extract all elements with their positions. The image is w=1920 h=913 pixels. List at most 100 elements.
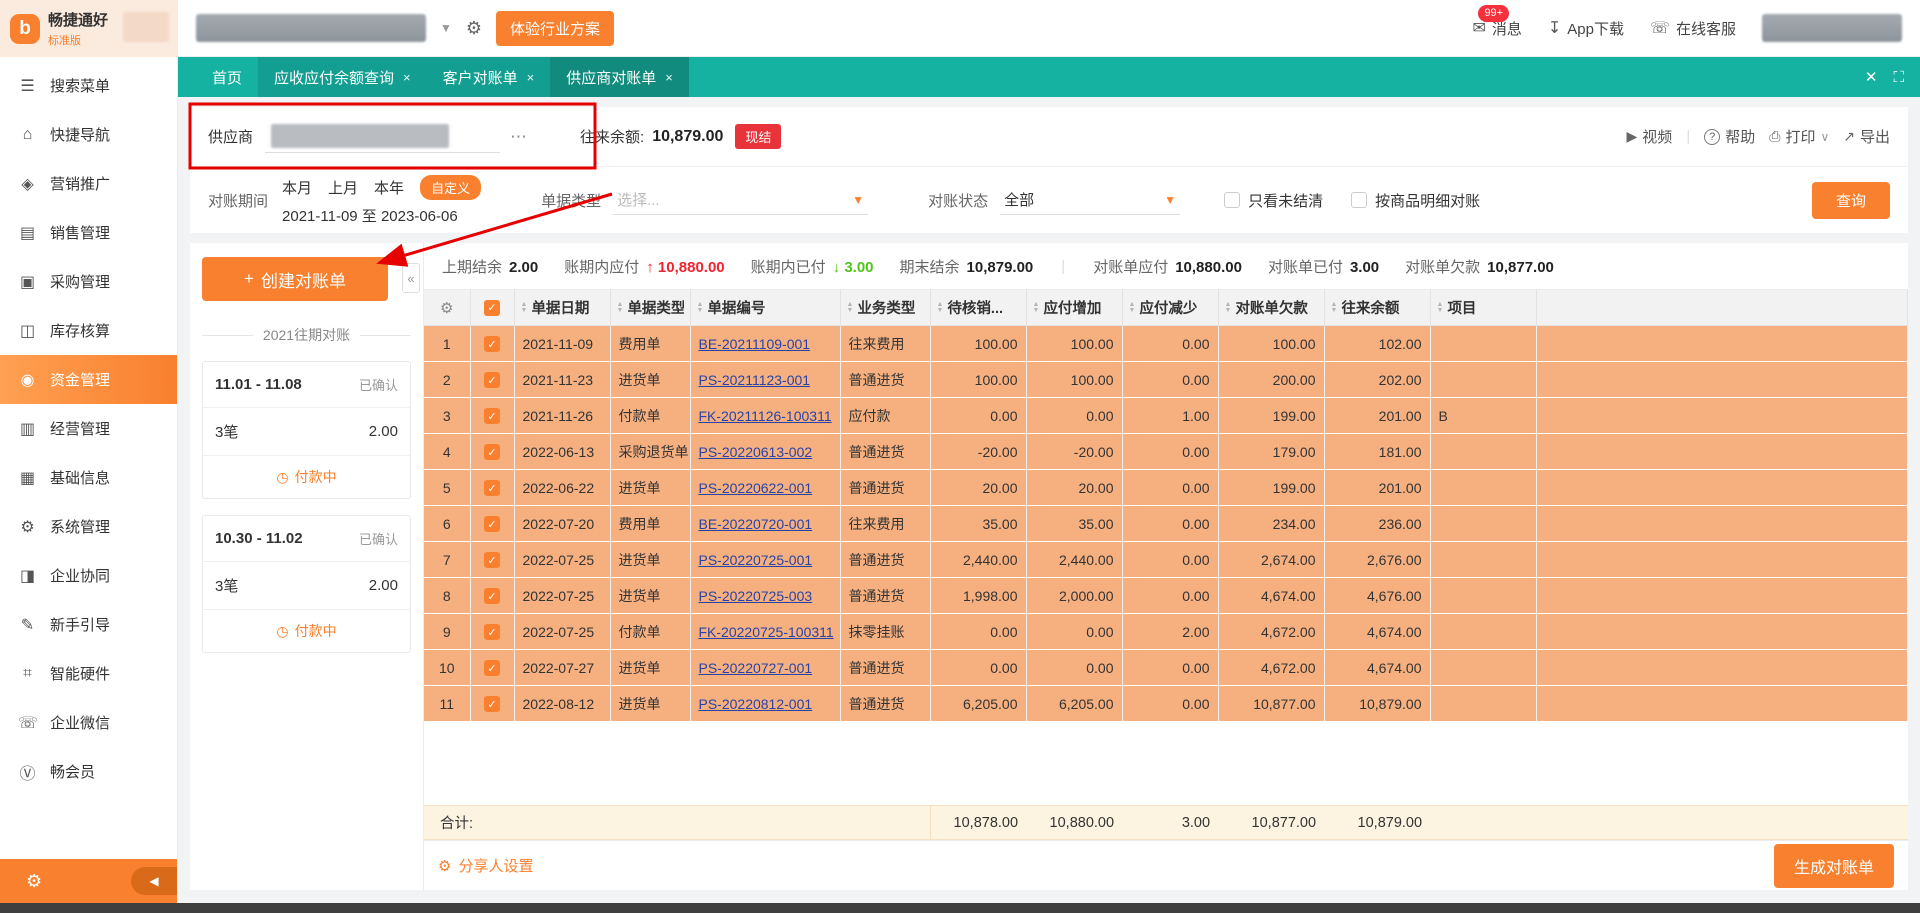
sort-icon[interactable]: ▲ ▼: [521, 301, 528, 314]
messages-button[interactable]: 99+ ✉ 消息: [1472, 4, 1522, 39]
period-option-custom[interactable]: 自定义: [420, 174, 482, 200]
doc-number-link[interactable]: PS-20220725-003: [699, 588, 813, 604]
sort-icon[interactable]: ▲ ▼: [1437, 301, 1444, 314]
doc-number-link[interactable]: PS-20211123-001: [699, 372, 811, 388]
card-state-button[interactable]: ◷ 付款中: [203, 456, 410, 498]
doc-number-link[interactable]: FK-20220725-100311: [699, 624, 834, 640]
table-row[interactable]: 1 ✓ 2021-11-09 费用单 BE-20211109-001 往来费用 100.00…: [424, 325, 1908, 362]
sort-icon[interactable]: ▲ ▼: [937, 301, 944, 314]
generate-statement-button[interactable]: 生成对账单: [1773, 843, 1894, 888]
doc-type-select[interactable]: 选择... ▼: [613, 185, 869, 215]
select-all-checkbox[interactable]: ✓: [484, 299, 500, 316]
online-service-button[interactable]: ☏ 在线客服: [1650, 18, 1736, 39]
table-row[interactable]: 7 ✓ 2022-07-25 进货单 PS-20220725-001 普通进货 2,440.…: [424, 541, 1908, 578]
sidebar-item-guide[interactable]: ✎ 新手引导: [0, 600, 177, 649]
period-card[interactable]: 10.30 - 11.02 已确认 3笔 2.00 ◷ 付款中: [202, 515, 411, 653]
row-checkbox[interactable]: ✓: [484, 624, 500, 641]
sidebar-item-collab[interactable]: ◨ 企业协同: [0, 551, 177, 600]
doc-number-link[interactable]: PS-20220613-002: [699, 444, 813, 460]
sidebar-item-member[interactable]: Ⓥ 畅会员: [0, 747, 177, 796]
tab-1[interactable]: 应收应付余额查询 ×: [258, 57, 427, 97]
sidebar-item-wechat[interactable]: ☏ 企业微信: [0, 698, 177, 747]
header-gear-icon[interactable]: ⚙: [466, 18, 482, 39]
row-checkbox[interactable]: ✓: [484, 516, 500, 533]
table-row[interactable]: 9 ✓ 2022-07-25 付款单 FK-20220725-100311 抹零挂账 0.0…: [424, 613, 1908, 650]
query-button[interactable]: 查询: [1811, 181, 1890, 219]
collapse-panel-button[interactable]: «: [402, 263, 420, 293]
collapse-sidebar-button[interactable]: ◀: [131, 867, 177, 895]
tab-close-icon[interactable]: ×: [665, 70, 673, 85]
table-row[interactable]: 10 ✓ 2022-07-27 进货单 PS-20220727-001 普通进货 0.00 0…: [424, 649, 1908, 686]
row-checkbox[interactable]: ✓: [484, 408, 500, 425]
row-checkbox[interactable]: ✓: [484, 372, 500, 389]
row-checkbox[interactable]: ✓: [484, 552, 500, 569]
row-checkbox[interactable]: ✓: [484, 336, 500, 353]
sort-icon[interactable]: ▲ ▼: [617, 301, 624, 314]
doc-number-link[interactable]: BE-20220720-001: [699, 516, 813, 532]
period-option-0[interactable]: 本月: [282, 177, 312, 198]
close-all-tabs-icon[interactable]: ✕: [1865, 68, 1878, 86]
column-header-6[interactable]: ▲ ▼ 应付减少: [1122, 289, 1219, 326]
sidebar-item-megaphone[interactable]: ◈ 营销推广: [0, 159, 177, 208]
sidebar-item-hardware[interactable]: ⌗ 智能硬件: [0, 649, 177, 698]
chevron-down-icon[interactable]: ▼: [440, 21, 452, 35]
sidebar-item-purchase[interactable]: ▣ 采购管理: [0, 257, 177, 306]
unsettled-checkbox-row[interactable]: 只看未结清: [1224, 190, 1323, 211]
table-row[interactable]: 2 ✓ 2021-11-23 进货单 PS-20211123-001 普通进货 100.00…: [424, 361, 1908, 398]
column-header-1[interactable]: ▲ ▼ 单据类型: [610, 289, 691, 326]
table-row[interactable]: 8 ✓ 2022-07-25 进货单 PS-20220725-003 普通进货 1,998.…: [424, 577, 1908, 614]
column-settings-header[interactable]: ⚙: [424, 289, 471, 326]
sidebar-item-info[interactable]: ▦ 基础信息: [0, 453, 177, 502]
help-button[interactable]: ? 帮助: [1704, 126, 1755, 147]
tab-0[interactable]: 首页: [196, 57, 258, 97]
sidebar-item-settings[interactable]: ⚙ 系统管理: [0, 502, 177, 551]
sort-icon[interactable]: ▲ ▼: [1331, 301, 1338, 314]
doc-number-link[interactable]: PS-20220727-001: [699, 660, 813, 676]
column-header-5[interactable]: ▲ ▼ 应付增加: [1026, 289, 1123, 326]
table-row[interactable]: 4 ✓ 2022-06-13 采购退货单 PS-20220613-002 普通进货 -20.…: [424, 433, 1908, 470]
doc-number-link[interactable]: FK-20211126-100311: [699, 408, 832, 424]
sidebar-item-inventory[interactable]: ◫ 库存核算: [0, 306, 177, 355]
column-header-4[interactable]: ▲ ▼ 待核销...: [930, 289, 1027, 326]
app-download-button[interactable]: ↧ App下载: [1548, 18, 1624, 39]
column-header-9[interactable]: ▲ ▼ 项目: [1430, 289, 1537, 326]
redacted-company-selector[interactable]: [196, 14, 426, 42]
status-select[interactable]: 全部 ▼: [1000, 185, 1181, 215]
sidebar-item-search[interactable]: ☰ 搜索菜单: [0, 61, 177, 110]
row-checkbox[interactable]: ✓: [484, 480, 500, 497]
column-gear-icon[interactable]: ⚙: [440, 300, 453, 317]
period-option-2[interactable]: 本年: [374, 177, 404, 198]
doc-number-link[interactable]: BE-20211109-001: [699, 336, 811, 352]
table-row[interactable]: 11 ✓ 2022-08-12 进货单 PS-20220812-001 普通进货 6,205…: [424, 685, 1908, 722]
tab-2[interactable]: 客户对账单 ×: [426, 57, 551, 97]
row-checkbox[interactable]: ✓: [484, 660, 500, 677]
share-settings-button[interactable]: ⚙ 分享人设置: [438, 855, 533, 876]
row-checkbox[interactable]: ✓: [484, 696, 500, 713]
table-row[interactable]: 6 ✓ 2022-07-20 费用单 BE-20220720-001 往来费用 35.00 3…: [424, 505, 1908, 542]
card-state-button[interactable]: ◷ 付款中: [203, 610, 410, 652]
tab-3[interactable]: 供应商对账单 ×: [550, 57, 689, 97]
sidebar-item-home[interactable]: ⌂ 快捷导航: [0, 110, 177, 159]
export-button[interactable]: ↗ 导出: [1843, 126, 1890, 147]
doc-number-link[interactable]: PS-20220622-001: [699, 480, 813, 496]
column-header-7[interactable]: ▲ ▼ 对账单欠款: [1218, 289, 1325, 326]
video-button[interactable]: ▶ 视频: [1627, 126, 1673, 147]
period-option-1[interactable]: 上月: [328, 177, 358, 198]
table-row[interactable]: 5 ✓ 2022-06-22 进货单 PS-20220622-001 普通进货 20.00 2…: [424, 469, 1908, 506]
print-button[interactable]: ⎙ 打印 ∨: [1769, 126, 1829, 147]
detail-checkbox-row[interactable]: 按商品明细对账: [1351, 190, 1480, 211]
sidebar-item-funds[interactable]: ◉ 资金管理: [0, 355, 177, 404]
supplier-more-button[interactable]: ⋯: [510, 127, 528, 147]
create-statement-button[interactable]: + 创建对账单: [202, 257, 388, 301]
tab-close-icon[interactable]: ×: [527, 70, 535, 85]
row-checkbox[interactable]: ✓: [484, 444, 500, 461]
sort-icon[interactable]: ▲ ▼: [1033, 301, 1040, 314]
expand-icon[interactable]: ⛶: [1893, 69, 1904, 86]
settings-gear-icon[interactable]: ⚙: [26, 871, 42, 892]
row-checkbox[interactable]: ✓: [484, 588, 500, 605]
sort-icon[interactable]: ▲ ▼: [697, 301, 704, 314]
table-row[interactable]: 3 ✓ 2021-11-26 付款单 FK-20211126-100311 应付款 0.00…: [424, 397, 1908, 434]
period-card[interactable]: 11.01 - 11.08 已确认 3笔 2.00 ◷ 付款中: [202, 361, 411, 499]
column-header-0[interactable]: ▲ ▼ 单据日期: [514, 289, 611, 326]
sort-icon[interactable]: ▲ ▼: [847, 301, 854, 314]
